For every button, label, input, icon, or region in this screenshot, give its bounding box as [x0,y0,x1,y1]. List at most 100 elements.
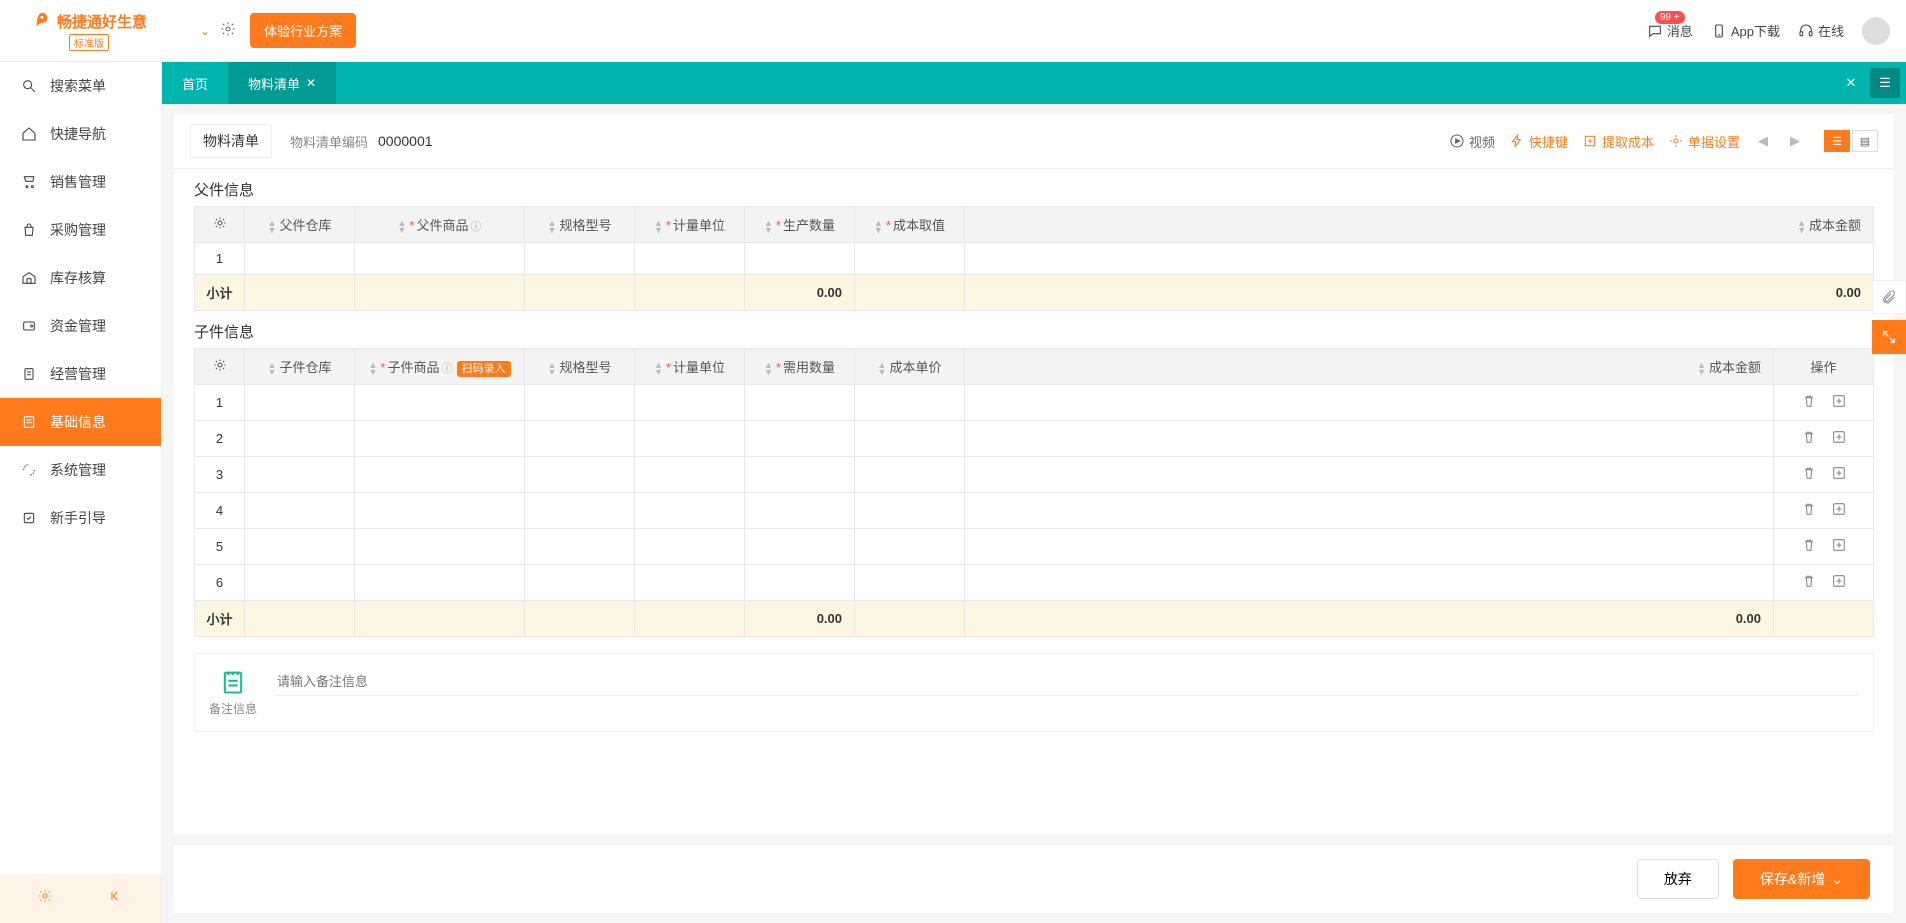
brand-logo-icon [31,10,53,32]
cart-icon [20,173,38,191]
main-area: 首页 物料清单 ✕ ✕ ☰ 物料清单 物料清单编码 0000001 视频 快捷键… [162,62,1906,923]
action-extract-label: 提取成本 [1602,132,1654,151]
tabs-menu-icon[interactable]: ☰ [1870,68,1900,98]
sidebar-item-business[interactable]: 经营管理 [0,350,161,398]
view-list-icon[interactable]: ☰ [1824,130,1850,152]
app-download-link[interactable]: App下载 [1711,21,1780,40]
parent-col-spec[interactable]: ▲▼规格型号 [525,207,635,243]
tab-close-icon[interactable]: ✕ [306,76,316,90]
parent-table: ▲▼父件仓库 ▲▼*父件商品ⓘ ▲▼规格型号 ▲▼*计量单位 ▲▼*生产数量 ▲… [194,206,1874,311]
delete-row-icon[interactable] [1801,537,1817,556]
sidebar-collapse-icon[interactable] [108,888,124,909]
sidebar-item-system[interactable]: 系统管理 [0,446,161,494]
next-record-icon[interactable]: ▶ [1786,133,1804,149]
sidebar-item-guide[interactable]: 新手引导 [0,494,161,542]
settings-gear-icon[interactable] [220,21,236,40]
help-icon[interactable]: ⓘ [471,221,482,233]
prev-record-icon[interactable]: ◀ [1754,133,1772,149]
delete-row-icon[interactable] [1801,429,1817,448]
action-shortcut-label: 快捷键 [1529,132,1568,151]
parent-col-product[interactable]: ▲▼*父件商品ⓘ [355,207,525,243]
sidebar-label: 采购管理 [50,220,106,240]
sidebar-settings-icon[interactable] [37,888,53,909]
delete-row-icon[interactable] [1801,501,1817,520]
logo: 畅捷通好生意 标准版 [16,10,162,51]
expand-icon[interactable] [1872,320,1906,354]
child-section-title: 子件信息 [174,311,1894,348]
add-row-icon[interactable] [1831,573,1847,592]
company-selector[interactable]: ⌄ [192,24,210,38]
parent-col-warehouse[interactable]: ▲▼父件仓库 [245,207,355,243]
parent-subtotal-amount: 0.00 [965,275,1874,311]
parent-col-settings[interactable] [195,207,245,243]
action-shortcut[interactable]: 快捷键 [1509,132,1568,151]
messages-link[interactable]: 消息 99 + [1647,21,1693,40]
action-doc-settings[interactable]: 单据设置 [1668,132,1740,151]
delete-row-icon[interactable] [1801,465,1817,484]
close-all-tabs-icon[interactable]: ✕ [1836,68,1866,98]
add-row-icon[interactable] [1831,393,1847,412]
sidebar-label: 销售管理 [50,172,106,192]
messages-badge: 99 + [1655,11,1685,24]
child-row[interactable]: 1 [195,385,1874,421]
child-table: ▲▼子件仓库 ▲▼*子件商品ⓘ扫码录入 ▲▼规格型号 ▲▼*计量单位 ▲▼*需用… [194,348,1874,637]
action-extract-cost[interactable]: 提取成本 [1582,132,1654,151]
delete-row-icon[interactable] [1801,573,1817,592]
industry-plan-button[interactable]: 体验行业方案 [250,13,356,48]
child-col-price[interactable]: ▲▼成本单价 [855,349,965,385]
sidebar-item-basicinfo[interactable]: 基础信息 [0,398,161,446]
tab-bom-label: 物料清单 [248,74,300,93]
sidebar-label: 库存核算 [50,268,106,288]
scan-input-tag[interactable]: 扫码录入 [457,361,511,377]
sidebar-bottom [0,874,161,923]
parent-subtotal-qty: 0.00 [745,275,855,311]
remarks-input[interactable] [275,668,1859,696]
sidebar-item-search[interactable]: 搜索菜单 [0,62,161,110]
online-support-link[interactable]: 在线 [1798,21,1844,40]
delete-row-icon[interactable] [1801,393,1817,412]
refresh-icon [20,461,38,479]
tab-bom[interactable]: 物料清单 ✕ [228,62,336,104]
child-col-amount[interactable]: ▲▼成本金额 [965,349,1774,385]
add-row-icon[interactable] [1831,501,1847,520]
sidebar-item-inventory[interactable]: 库存核算 [0,254,161,302]
action-video[interactable]: 视频 [1449,132,1495,151]
add-row-icon[interactable] [1831,537,1847,556]
child-col-unit[interactable]: ▲▼*计量单位 [635,349,745,385]
sidebar-label: 经营管理 [50,364,106,384]
add-row-icon[interactable] [1831,465,1847,484]
sub-tab-bom[interactable]: 物料清单 [190,124,272,158]
parent-col-costget[interactable]: ▲▼*成本取值 [855,207,965,243]
parent-col-qty[interactable]: ▲▼*生产数量 [745,207,855,243]
child-col-spec[interactable]: ▲▼规格型号 [525,349,635,385]
user-avatar[interactable] [1862,17,1890,45]
child-row[interactable]: 3 [195,457,1874,493]
child-col-warehouse[interactable]: ▲▼子件仓库 [245,349,355,385]
save-and-new-button[interactable]: 保存&新增⌄ [1733,859,1870,899]
sort-icon: ▲▼ [1697,362,1706,376]
view-card-icon[interactable]: ▤ [1852,130,1878,152]
parent-row[interactable]: 1 [195,243,1874,275]
sidebar-item-funds[interactable]: 资金管理 [0,302,161,350]
bolt-icon [1509,133,1525,149]
parent-col-unit[interactable]: ▲▼*计量单位 [635,207,745,243]
discard-button[interactable]: 放弃 [1637,859,1719,899]
sidebar-item-quicknav[interactable]: 快捷导航 [0,110,161,158]
help-icon[interactable]: ⓘ [442,363,453,375]
child-col-product[interactable]: ▲▼*子件商品ⓘ扫码录入 [355,349,525,385]
home-icon [20,125,38,143]
sidebar-item-sales[interactable]: 销售管理 [0,158,161,206]
view-switch: ☰ ▤ [1824,130,1878,152]
child-row[interactable]: 6 [195,565,1874,601]
gear-icon [1668,133,1684,149]
add-row-icon[interactable] [1831,429,1847,448]
child-row[interactable]: 2 [195,421,1874,457]
tab-home[interactable]: 首页 [162,62,228,104]
child-row[interactable]: 5 [195,529,1874,565]
parent-col-amount[interactable]: ▲▼成本金额 [965,207,1874,243]
child-col-settings[interactable] [195,349,245,385]
child-col-qty[interactable]: ▲▼*需用数量 [745,349,855,385]
child-row[interactable]: 4 [195,493,1874,529]
sidebar-item-purchase[interactable]: 采购管理 [0,206,161,254]
attachment-icon[interactable] [1872,280,1906,314]
